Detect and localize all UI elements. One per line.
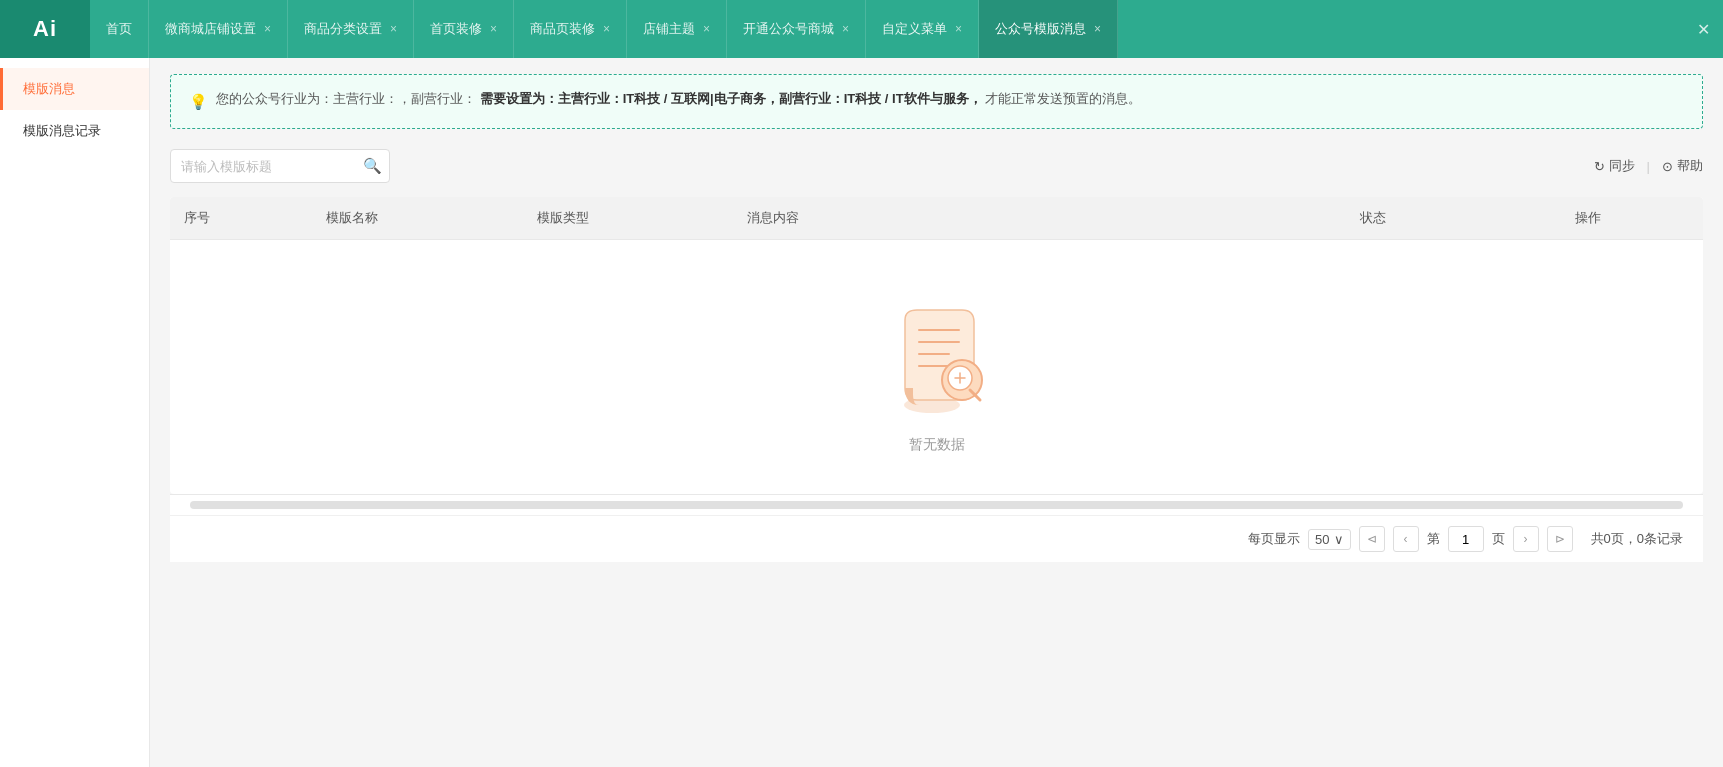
tab-store-theme[interactable]: 店铺主题×: [627, 0, 727, 58]
search-bar: 🔍 ↻ 同步 | ⊙ 帮助: [170, 149, 1703, 183]
sync-icon: ↻: [1594, 159, 1605, 174]
app-logo: Ai: [0, 0, 90, 58]
close-tab-homepage-decor-icon[interactable]: ×: [490, 22, 497, 36]
page-size-value: 50: [1315, 532, 1329, 547]
pagination: 每页显示 50 ∨ ⊲ ‹ 第 页 › ⊳ 共0页，0条记录: [170, 515, 1703, 562]
help-label: 帮助: [1677, 157, 1703, 175]
close-tab-product-page-decor-icon[interactable]: ×: [603, 22, 610, 36]
toolbar-right: ↻ 同步 | ⊙ 帮助: [1594, 157, 1703, 175]
sync-label: 同步: [1609, 157, 1635, 175]
col-content: 消息内容: [733, 197, 1346, 240]
sidebar-item-template-msg[interactable]: 模版消息: [0, 68, 149, 110]
sidebar-item-template-msg-record[interactable]: 模版消息记录: [0, 110, 149, 152]
page-size-label: 每页显示: [1248, 530, 1300, 548]
tab-product-category[interactable]: 商品分类设置×: [288, 0, 414, 58]
tab-template-msg[interactable]: 公众号模版消息×: [979, 0, 1118, 58]
close-tab-store-theme-icon[interactable]: ×: [703, 22, 710, 36]
topbar: Ai 首页微商城店铺设置×商品分类设置×首页装修×商品页装修×店铺主题×开通公众…: [0, 0, 1723, 58]
page-last-button[interactable]: ⊳: [1547, 526, 1573, 552]
page-number-input[interactable]: [1448, 526, 1484, 552]
empty-icon: [877, 300, 997, 420]
help-icon: ⊙: [1662, 159, 1673, 174]
page-size-chevron: ∨: [1334, 532, 1344, 547]
table-header: 序号模版名称模版类型消息内容状态操作: [170, 197, 1703, 240]
divider: |: [1647, 159, 1650, 174]
scrollbar-area: [170, 494, 1703, 515]
tab-list: 首页微商城店铺设置×商品分类设置×首页装修×商品页装修×店铺主题×开通公众号商城…: [90, 0, 1683, 58]
sidebar: 模版消息模版消息记录: [0, 58, 150, 767]
total-text: 共0页，0条记录: [1591, 530, 1683, 548]
horizontal-scrollbar[interactable]: [190, 501, 1683, 509]
close-tab-product-category-icon[interactable]: ×: [390, 22, 397, 36]
page-first-button[interactable]: ⊲: [1359, 526, 1385, 552]
close-tab-custom-menu-icon[interactable]: ×: [955, 22, 962, 36]
tab-custom-menu[interactable]: 自定义菜单×: [866, 0, 979, 58]
search-button[interactable]: 🔍: [363, 157, 382, 175]
tab-product-page-decor[interactable]: 商品页装修×: [514, 0, 627, 58]
notice-text: 您的公众号行业为：主营行业：，副营行业： 需要设置为：主营行业：IT科技 / 互…: [216, 89, 1141, 110]
close-tab-open-mall-icon[interactable]: ×: [842, 22, 849, 36]
data-table: 序号模版名称模版类型消息内容状态操作: [170, 197, 1703, 494]
page-size-select[interactable]: 50 ∨: [1308, 529, 1350, 550]
page-prev-button[interactable]: ‹: [1393, 526, 1419, 552]
tab-home[interactable]: 首页: [90, 0, 149, 58]
notice-box: 💡 您的公众号行业为：主营行业：，副营行业： 需要设置为：主营行业：IT科技 /…: [170, 74, 1703, 129]
empty-text: 暂无数据: [909, 436, 965, 454]
notice-icon: 💡: [189, 90, 208, 114]
content-area: 💡 您的公众号行业为：主营行业：，副营行业： 需要设置为：主营行业：IT科技 /…: [150, 58, 1723, 767]
close-tab-shop-settings-icon[interactable]: ×: [264, 22, 271, 36]
col-name: 模版名称: [312, 197, 523, 240]
page-next-button[interactable]: ›: [1513, 526, 1539, 552]
close-tab-template-msg-icon[interactable]: ×: [1094, 22, 1101, 36]
page-label-before: 第: [1427, 530, 1440, 548]
search-input-wrap: 🔍: [170, 149, 390, 183]
main-layout: 模版消息模版消息记录 💡 您的公众号行业为：主营行业：，副营行业： 需要设置为：…: [0, 58, 1723, 767]
page-label-after: 页: [1492, 530, 1505, 548]
tab-open-mall[interactable]: 开通公众号商城×: [727, 0, 866, 58]
col-type: 模版类型: [523, 197, 734, 240]
col-status: 状态: [1346, 197, 1561, 240]
tab-homepage-decor[interactable]: 首页装修×: [414, 0, 514, 58]
empty-state: 暂无数据: [170, 240, 1703, 494]
col-action: 操作: [1561, 197, 1703, 240]
close-all-button[interactable]: ✕: [1683, 0, 1723, 58]
help-button[interactable]: ⊙ 帮助: [1662, 157, 1703, 175]
tab-shop-settings[interactable]: 微商城店铺设置×: [149, 0, 288, 58]
notice-highlight: 需要设置为：主营行业：IT科技 / 互联网|电子商务，副营行业：IT科技 / I…: [480, 91, 982, 106]
search-input[interactable]: [170, 149, 390, 183]
col-index: 序号: [170, 197, 312, 240]
sync-button[interactable]: ↻ 同步: [1594, 157, 1635, 175]
